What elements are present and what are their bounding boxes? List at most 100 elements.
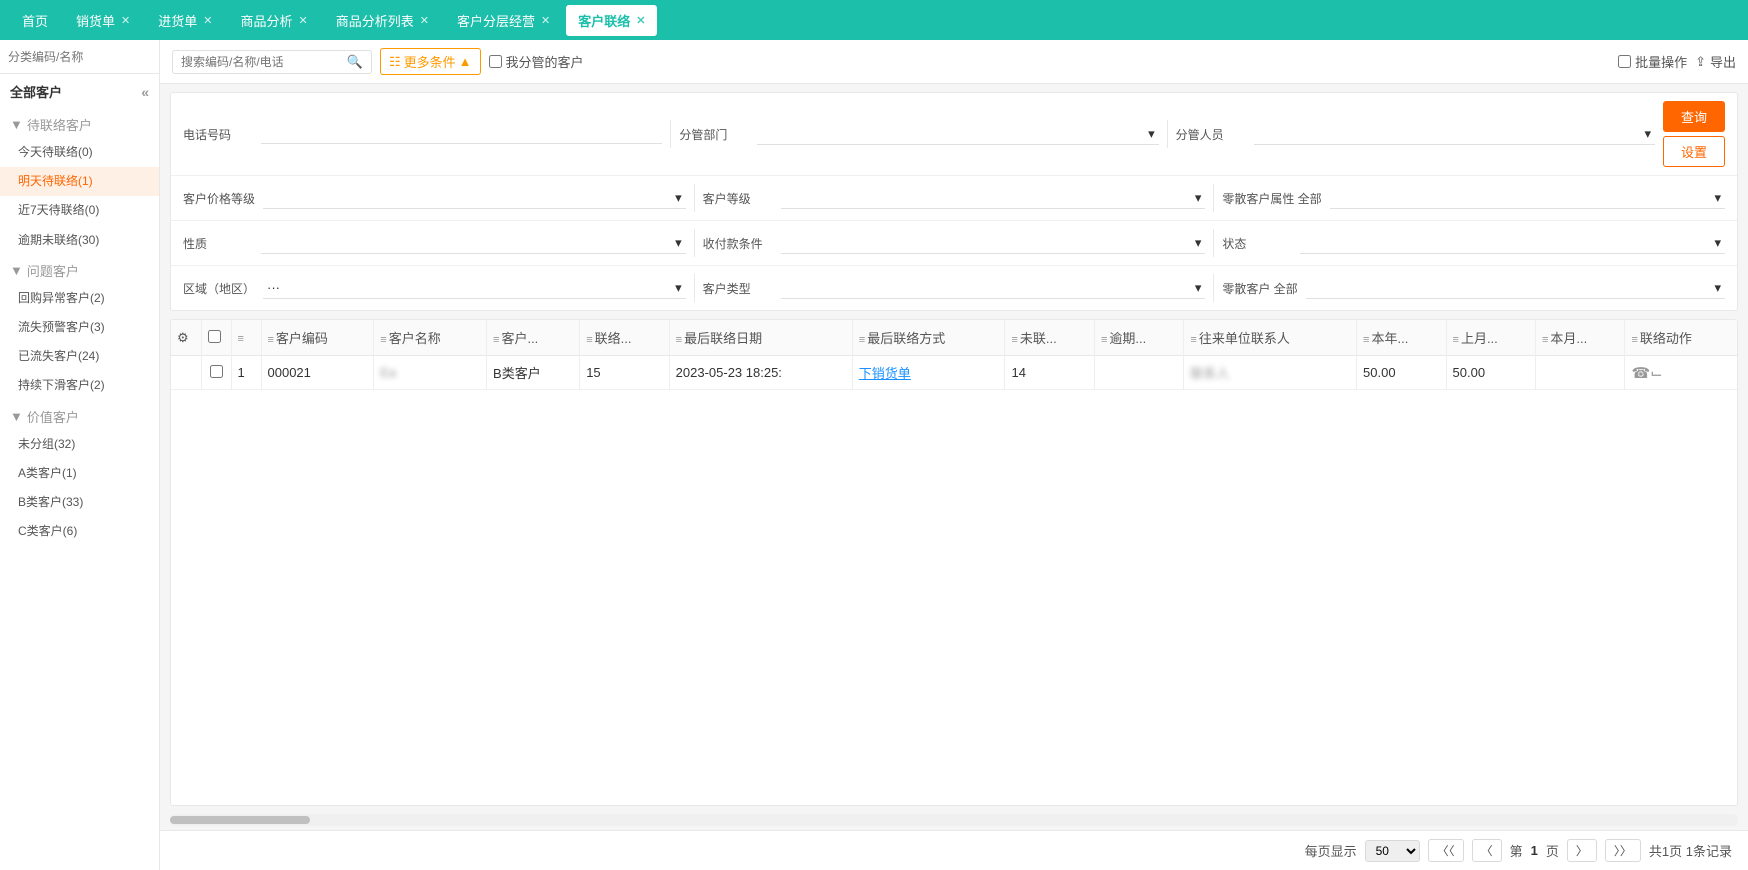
chevron-down-icon: ▾ bbox=[1714, 190, 1721, 206]
sidebar-item-B类客户(33)[interactable]: B类客户(33) bbox=[0, 488, 159, 517]
first-page-btn[interactable]: 〈〈 bbox=[1428, 839, 1464, 862]
filter-select-1[interactable]: ▾ bbox=[781, 233, 1206, 254]
filter-cell-1: 收付款条件▾ bbox=[703, 233, 1206, 254]
query-btn[interactable]: 查询 bbox=[1663, 101, 1725, 132]
filter-select-1[interactable]: ▾ bbox=[781, 278, 1206, 299]
nav-close-icon[interactable]: ✕ bbox=[203, 14, 212, 27]
chevron-down-icon: ▾ bbox=[1195, 280, 1202, 296]
th-overdue[interactable]: ≡逾期... bbox=[1094, 320, 1183, 356]
sidebar-section-价值客户[interactable]: ▼价值客户 bbox=[0, 401, 159, 430]
nav-close-icon[interactable]: ✕ bbox=[299, 14, 308, 27]
th-thisMonth[interactable]: ≡本月... bbox=[1535, 320, 1624, 356]
filter-select-0[interactable]: ▾ bbox=[261, 233, 686, 254]
sidebar-item-逾期未联络(30)[interactable]: 逾期未联络(30) bbox=[0, 226, 159, 255]
filter-label-0: 性质 bbox=[183, 235, 253, 252]
th-settings[interactable]: ⚙ bbox=[171, 320, 201, 356]
filter-select-1[interactable]: ▾ bbox=[757, 124, 1158, 145]
sidebar-item-未分组(32)[interactable]: 未分组(32) bbox=[0, 430, 159, 459]
th-customerType[interactable]: ≡客户... bbox=[487, 320, 580, 356]
td-lastContactMethod[interactable]: 下销货单 bbox=[852, 356, 1005, 390]
last-contact-link[interactable]: 下销货单 bbox=[859, 366, 911, 381]
nav-item-首页[interactable]: 首页 bbox=[10, 5, 60, 36]
sidebar-item-持续下滑客户(2)[interactable]: 持续下滑客户(2) bbox=[0, 371, 159, 400]
sidebar-item-近7天待联络(0)[interactable]: 近7天待联络(0) bbox=[0, 196, 159, 225]
filter-select-0[interactable]: ▾ bbox=[263, 188, 686, 209]
scrollbar-area[interactable] bbox=[170, 814, 1738, 826]
filter-select-2[interactable]: ▾ bbox=[1330, 188, 1725, 209]
sidebar-all-customers[interactable]: 全部客户 « bbox=[0, 74, 159, 109]
phone-icon[interactable]: ☎ bbox=[1631, 365, 1650, 382]
th-index[interactable]: ≡ bbox=[231, 320, 261, 356]
prev-page-btn[interactable]: 〈 bbox=[1472, 839, 1502, 862]
th-sort-icon: ≡ bbox=[1190, 334, 1196, 346]
collapse-icon[interactable]: « bbox=[141, 84, 149, 100]
th-unitContact[interactable]: ≡往来单位联系人 bbox=[1184, 320, 1357, 356]
sidebar-section-问题客户[interactable]: ▼问题客户 bbox=[0, 255, 159, 284]
nav-item-商品分析列表[interactable]: 商品分析列表✕ bbox=[324, 5, 441, 36]
scrollbar-thumb[interactable] bbox=[170, 816, 310, 824]
nav-item-商品分析[interactable]: 商品分析✕ bbox=[228, 5, 319, 36]
nav-item-销货单[interactable]: 销货单✕ bbox=[64, 5, 142, 36]
sidebar-search-input[interactable] bbox=[8, 50, 160, 64]
th-checkbox[interactable] bbox=[201, 320, 231, 356]
batch-op-btn[interactable]: 批量操作 bbox=[1618, 52, 1687, 71]
next-page-btn[interactable]: 〉 bbox=[1567, 839, 1597, 862]
filter-input-0[interactable] bbox=[261, 125, 662, 144]
export-btn[interactable]: ⇪ 导出 bbox=[1695, 52, 1736, 71]
sidebar-item-今天待联络(0)[interactable]: 今天待联络(0) bbox=[0, 138, 159, 167]
th-customerCode[interactable]: ≡客户编码 bbox=[261, 320, 374, 356]
settings-icon[interactable]: ⚙ bbox=[177, 330, 189, 345]
sidebar-item-A类客户(1)[interactable]: A类客户(1) bbox=[0, 459, 159, 488]
td-thisMonth bbox=[1535, 356, 1624, 390]
sidebar-section-待联络客户[interactable]: ▼待联络客户 bbox=[0, 109, 159, 138]
sidebar-item-C类客户(6)[interactable]: C类客户(6) bbox=[0, 517, 159, 546]
filter-label-2: 零散客户 全部 bbox=[1222, 280, 1297, 297]
nav-close-icon[interactable]: ✕ bbox=[541, 14, 550, 27]
table-head: ⚙≡≡客户编码≡客户名称≡客户...≡联络...≡最后联络日期≡最后联络方式≡未… bbox=[171, 320, 1737, 356]
filter-select-2[interactable]: ▾ bbox=[1300, 233, 1725, 254]
nav-close-icon[interactable]: ✕ bbox=[420, 14, 429, 27]
th-action[interactable]: ≡联络动作 bbox=[1625, 320, 1737, 356]
chevron-down-icon: ▾ bbox=[1644, 126, 1651, 142]
th-lastMonth[interactable]: ≡上月... bbox=[1446, 320, 1535, 356]
filter-select-2[interactable]: ▾ bbox=[1254, 124, 1655, 145]
sidebar-item-回购异常客户(2)[interactable]: 回购异常客户(2) bbox=[0, 284, 159, 313]
th-sort-icon: ≡ bbox=[586, 334, 592, 346]
search-icon[interactable]: 🔍 bbox=[347, 54, 363, 70]
filter-select-1[interactable]: ▾ bbox=[781, 188, 1206, 209]
th-thisYear[interactable]: ≡本年... bbox=[1357, 320, 1446, 356]
row-checkbox[interactable] bbox=[210, 365, 223, 378]
batch-checkbox[interactable] bbox=[1618, 55, 1631, 68]
sidebar-item-流失预警客户(3)[interactable]: 流失预警客户(3) bbox=[0, 313, 159, 342]
more-conditions-btn[interactable]: ☷ 更多条件 ▲ bbox=[380, 48, 481, 75]
nav-item-进货单[interactable]: 进货单✕ bbox=[146, 5, 224, 36]
th-customerName[interactable]: ≡客户名称 bbox=[374, 320, 487, 356]
td-action[interactable]: ☎⌙ bbox=[1625, 356, 1737, 390]
th-lastContactDate[interactable]: ≡最后联络日期 bbox=[669, 320, 852, 356]
nav-item-客户联络[interactable]: 客户联络✕ bbox=[566, 5, 657, 36]
set-btn[interactable]: 设置 bbox=[1663, 136, 1725, 167]
my-customers-checkbox[interactable] bbox=[489, 55, 502, 68]
last-page-btn[interactable]: 〉〉 bbox=[1605, 839, 1641, 862]
sidebar-item-已流失客户(24)[interactable]: 已流失客户(24) bbox=[0, 342, 159, 371]
page-label: 第 bbox=[1510, 841, 1523, 860]
th-contacts[interactable]: ≡联络... bbox=[580, 320, 669, 356]
select-all-checkbox[interactable] bbox=[208, 330, 221, 343]
grid-icon[interactable]: ⌙ bbox=[1650, 365, 1663, 382]
chevron-down-icon: ▾ bbox=[675, 235, 682, 251]
th-lastContactMethod[interactable]: ≡最后联络方式 bbox=[852, 320, 1005, 356]
search-input[interactable] bbox=[181, 55, 347, 69]
filter-cell-1: 客户类型▾ bbox=[703, 278, 1206, 299]
filter-select-0[interactable]: ···▾ bbox=[263, 278, 686, 299]
nav-close-icon[interactable]: ✕ bbox=[636, 14, 645, 27]
per-page-select[interactable]: 50 100 200 bbox=[1365, 840, 1420, 862]
th-sort-icon: ≡ bbox=[493, 334, 499, 346]
th-notContacted[interactable]: ≡未联... bbox=[1005, 320, 1094, 356]
filter-cell-2: 分管人员▾ bbox=[1176, 124, 1655, 145]
nav-item-客户分层经营[interactable]: 客户分层经营✕ bbox=[445, 5, 562, 36]
filter-label-0: 区域（地区） bbox=[183, 280, 255, 297]
section-arrow-icon: ▼ bbox=[10, 409, 23, 424]
nav-close-icon[interactable]: ✕ bbox=[121, 14, 130, 27]
filter-select-2[interactable]: ▾ bbox=[1306, 278, 1725, 299]
sidebar-item-明天待联络(1)[interactable]: 明天待联络(1) bbox=[0, 167, 159, 196]
